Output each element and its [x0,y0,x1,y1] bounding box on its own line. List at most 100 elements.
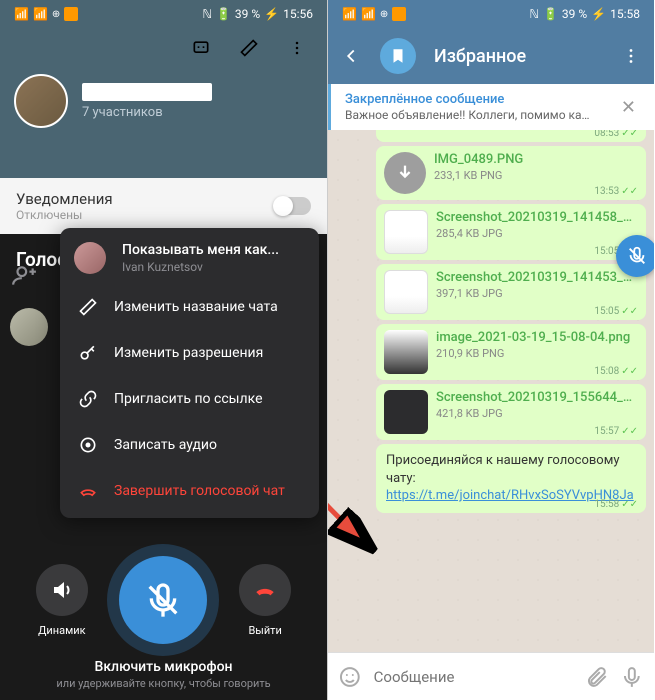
pinned-message[interactable]: Закреплённое сообщение Важное объявление… [328,84,654,130]
message-text: Присоединяйся к нашему голосовому чату: … [386,452,636,505]
file-meta: 421,8 KB JPG [436,407,638,420]
group-avatar[interactable] [14,74,68,128]
pinned-title: Закреплённое сообщение [345,92,617,107]
status-bar: 📶 📶 ⊕ ℕ 🔋 39 % ⚡ 15:58 [328,0,654,28]
msg-time: 15:58 [594,499,619,510]
clock: 15:56 [283,7,313,21]
battery-icon: 🔋 [216,7,231,21]
speaker-label: Динамик [38,624,85,637]
close-icon[interactable]: ✕ [617,97,640,118]
menu-show-as-user: Ivan Kuznetsov [122,260,305,274]
file-thumbnail[interactable] [384,330,428,374]
participant-avatar[interactable] [10,308,48,346]
file-thumbnail[interactable] [384,210,428,254]
file-name: IMG_0489.PNG [434,152,638,167]
msg-time: 15:05 [594,306,619,317]
msg-time: 15:08 [594,366,619,377]
carrier-icon: ⊕ [380,9,388,20]
floating-mic-button[interactable] [616,235,654,277]
file-name: Screenshot_20210319_155644_org.telegram.… [436,390,638,405]
msg-time: 08:53 [594,130,619,139]
carrier-icon: ⊕ [52,9,60,20]
mic-icon[interactable] [620,665,644,689]
hint-main: Включить микрофон [0,659,327,675]
nfc-icon: ℕ [202,7,212,21]
hangup-icon [252,577,278,603]
record-icon [78,435,98,455]
menu-invite[interactable]: Пригласить по ссылке [60,376,319,422]
app-badge-icon [392,7,406,21]
voice-controls: Динамик Выйти [0,556,327,644]
more-icon[interactable] [287,38,307,58]
pinned-preview: Важное объявление!! Коллеги, помимо кан.… [345,108,595,122]
group-header: 7 участников [0,28,327,178]
edit-icon[interactable] [239,38,259,58]
message-input[interactable] [374,668,573,686]
chat-header: Избранное [328,28,654,84]
voice-chat-screen: 📶 📶 ⊕ ℕ 🔋 39 % ⚡ 15:56 7 участников [0,0,327,700]
message-bubble[interactable]: 08:53✓✓ [376,130,646,142]
status-bar: 📶 📶 ⊕ ℕ 🔋 39 % ⚡ 15:56 [0,0,327,28]
file-name: Screenshot_20210319_141453_com.andro... [436,270,638,285]
nfc-icon: ℕ [529,7,539,21]
menu-show-as-label: Показывать меня как... [122,242,305,258]
menu-rename[interactable]: Изменить название чата [60,284,319,330]
wifi-icon: 📶 [361,7,376,21]
message-bubble[interactable]: Screenshot_20210319_141453_com.andro... … [376,264,646,320]
link-icon [78,389,98,409]
menu-permissions[interactable]: Изменить разрешения [60,330,319,376]
more-icon[interactable] [620,45,642,67]
context-menu: Показывать меня как... Ivan Kuznetsov Из… [60,228,319,518]
file-meta: 210,9 KB PNG [436,347,638,360]
message-bubble[interactable]: image_2021-03-19_15-08-04.png 210,9 KB P… [376,324,646,380]
emoji-icon[interactable] [338,665,362,689]
battery-icon: 🔋 [543,7,558,21]
chat-icon[interactable] [191,38,211,58]
leave-button[interactable]: Выйти [239,564,291,637]
file-name: image_2021-03-19_15-08-04.png [436,330,638,345]
hint-sub: или удерживайте кнопку, чтобы говорить [0,677,327,690]
menu-record[interactable]: Записать аудио [60,422,319,468]
menu-record-label: Записать аудио [114,437,217,453]
menu-invite-label: Пригласить по ссылке [114,391,263,407]
saved-messages-icon[interactable] [380,38,416,74]
key-icon [78,343,98,363]
messages-list[interactable]: 08:53✓✓ IMG_0489.PNG 233,1 KB PNG 13:53✓… [328,130,654,650]
clock: 15:58 [610,7,640,21]
speaker-icon [50,578,74,602]
app-badge-icon [64,7,78,21]
speaker-button[interactable]: Динамик [36,564,88,637]
battery-percent: 39 % [235,7,260,21]
file-thumbnail[interactable] [384,270,428,314]
hangup-icon [78,481,98,501]
message-input-bar [328,652,654,700]
charging-icon: ⚡ [264,7,279,21]
message-bubble[interactable]: Screenshot_20210319_155644_org.telegram.… [376,384,646,440]
download-icon[interactable] [384,152,426,194]
file-meta: 233,1 KB PNG [434,169,638,182]
notifications-toggle[interactable] [275,197,311,215]
participants-sidebar [10,262,48,346]
add-participant-button[interactable] [10,262,38,290]
user-avatar [74,242,106,274]
signal-icon: 📶 [14,7,29,21]
message-bubble[interactable]: Присоединяйся к нашему голосовому чату: … [376,444,646,513]
mic-hint: Включить микрофон или удерживайте кнопку… [0,659,327,690]
file-meta: 285,4 KB JPG [436,227,638,240]
notifications-row[interactable]: Уведомления Отключены [0,178,327,234]
file-thumbnail[interactable] [384,390,428,434]
message-bubble[interactable]: Screenshot_20210319_141458_com.andro... … [376,204,646,260]
back-icon[interactable] [340,45,362,67]
pencil-icon [78,297,98,317]
attach-icon[interactable] [585,665,609,689]
message-bubble[interactable]: IMG_0489.PNG 233,1 KB PNG 13:53✓✓ [376,146,646,200]
file-name: Screenshot_20210319_141458_com.andro... [436,210,638,225]
menu-end-chat[interactable]: Завершить голосовой чат [60,468,319,514]
menu-permissions-label: Изменить разрешения [114,345,263,361]
mic-button[interactable] [119,556,207,644]
chat-title[interactable]: Избранное [434,46,602,67]
battery-percent: 39 % [562,7,587,21]
file-meta: 397,1 KB JPG [436,287,638,300]
charging-icon: ⚡ [591,7,606,21]
menu-show-as[interactable]: Показывать меня как... Ivan Kuznetsov [60,232,319,284]
